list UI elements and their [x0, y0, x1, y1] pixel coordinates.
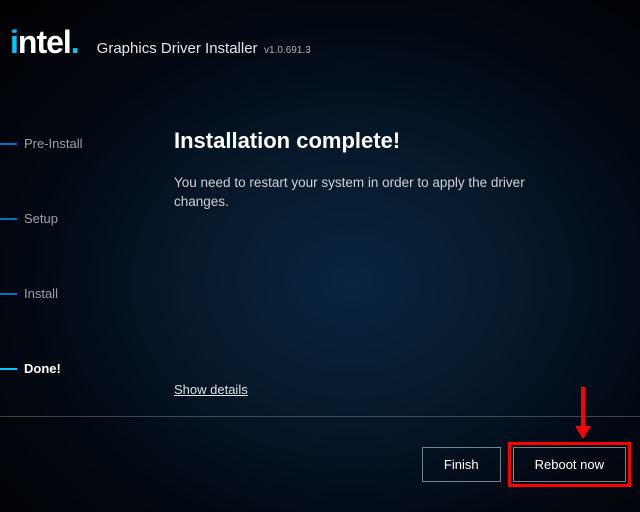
content: Installation complete! You need to resta…	[108, 76, 640, 506]
app-title: Graphics Driver Installer	[97, 40, 258, 57]
sidebar-item-preinstall: Pre-Install	[0, 136, 108, 211]
sidebar-item-label: Install	[24, 286, 58, 301]
divider	[0, 416, 640, 417]
installation-body: You need to restart your system in order…	[174, 174, 574, 212]
footer: Finish Reboot now	[422, 447, 626, 482]
reboot-now-button[interactable]: Reboot now	[513, 447, 626, 482]
sidebar: Pre-Install Setup Install Done!	[0, 76, 108, 506]
sidebar-item-install: Install	[0, 286, 108, 361]
annotation-arrow-icon	[581, 387, 585, 437]
sidebar-item-setup: Setup	[0, 211, 108, 286]
sidebar-item-label: Setup	[24, 211, 58, 226]
installation-heading: Installation complete!	[174, 128, 610, 154]
header: intel. Graphics Driver Installer v1.0.69…	[0, 0, 640, 76]
sidebar-item-done: Done!	[0, 361, 108, 436]
app-title-wrap: Graphics Driver Installer v1.0.691.3	[97, 40, 311, 58]
finish-button[interactable]: Finish	[422, 447, 501, 482]
sidebar-item-label: Done!	[24, 361, 61, 376]
show-details-link[interactable]: Show details	[174, 382, 248, 397]
sidebar-item-label: Pre-Install	[24, 136, 83, 151]
intel-logo: intel.	[10, 26, 79, 58]
main: Pre-Install Setup Install Done! Installa…	[0, 76, 640, 506]
app-version: v1.0.691.3	[264, 45, 311, 56]
